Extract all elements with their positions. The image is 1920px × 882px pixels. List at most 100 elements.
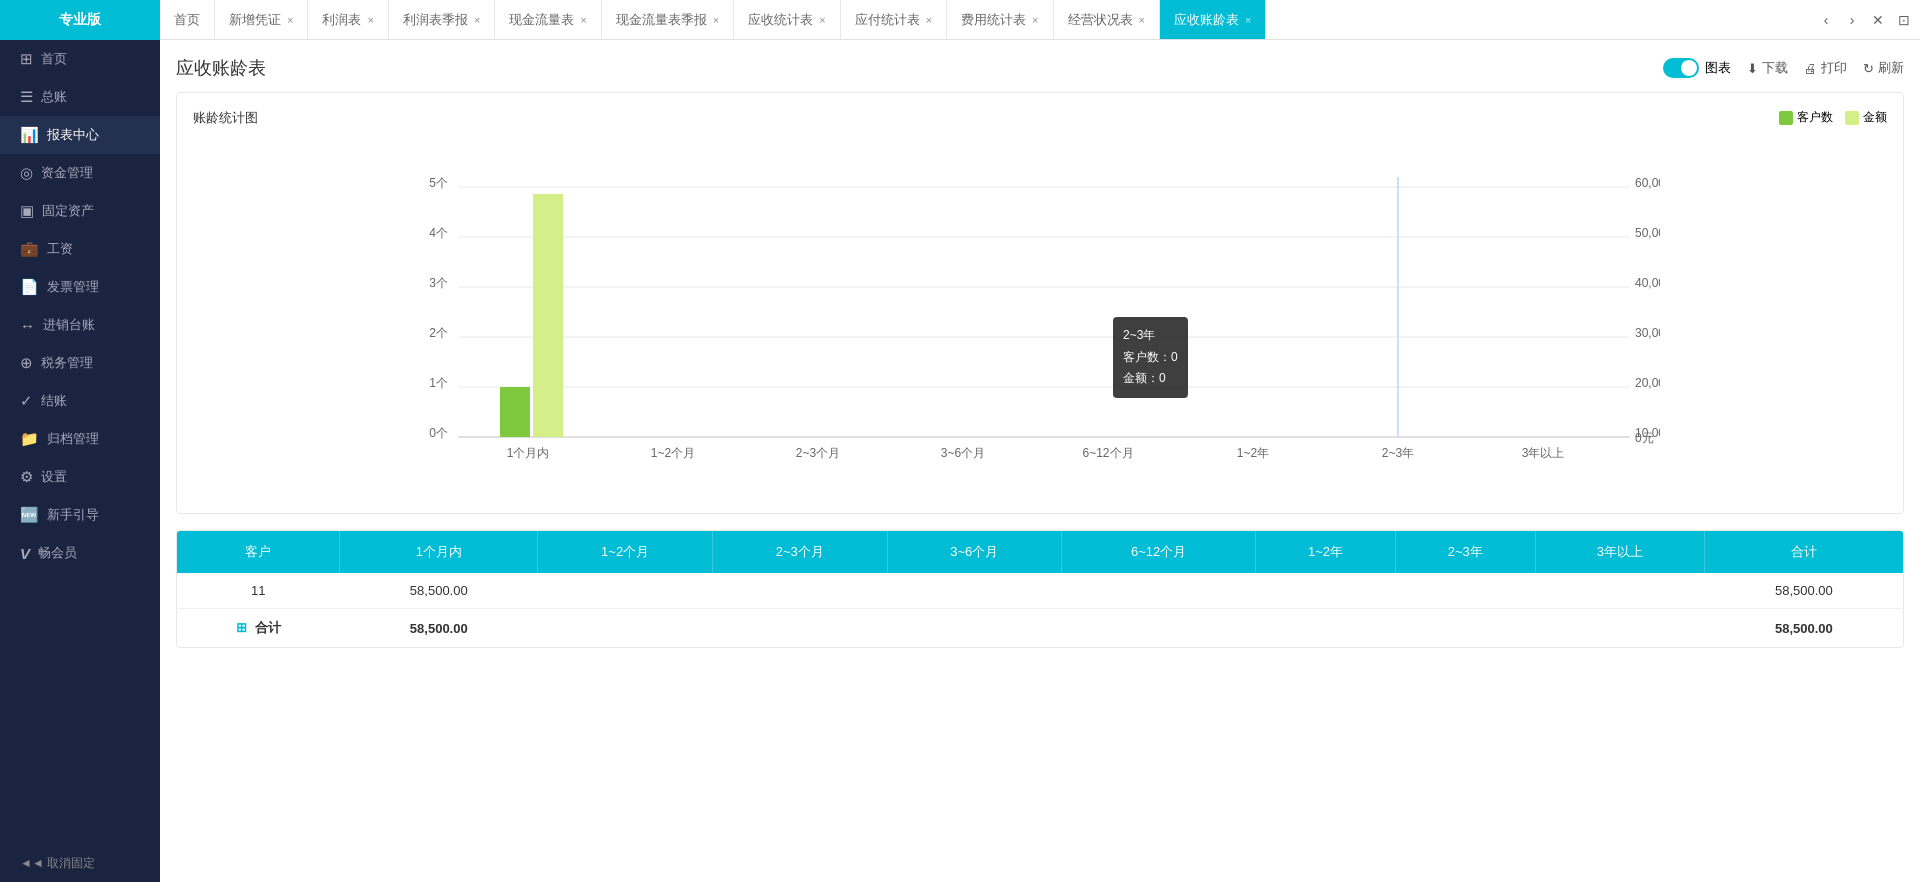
tab-ar-stat[interactable]: 应收统计表 × bbox=[734, 0, 840, 39]
cell-y2-3 bbox=[1395, 573, 1535, 609]
cell-m1: 58,500.00 bbox=[340, 573, 538, 609]
col-y1-2: 1~2年 bbox=[1256, 531, 1396, 573]
close-tab-ar-stat[interactable]: × bbox=[819, 14, 825, 26]
svg-text:50,000.00元: 50,000.00元 bbox=[1635, 226, 1660, 240]
close-tab-profit[interactable]: × bbox=[367, 14, 373, 26]
sidebar-label-ledger: 总账 bbox=[41, 88, 67, 106]
close-tab-cashflow-q[interactable]: × bbox=[713, 14, 719, 26]
sidebar-item-guide[interactable]: 🆕 新手引导 bbox=[0, 496, 160, 534]
sidebar-pin-toggle[interactable]: ◄◄ 取消固定 bbox=[0, 845, 160, 882]
table-row: 11 58,500.00 58,500.00 bbox=[177, 573, 1903, 609]
download-button[interactable]: ⬇ 下载 bbox=[1747, 59, 1788, 77]
sidebar-item-settings[interactable]: ⚙ 设置 bbox=[0, 458, 160, 496]
close-tab-biz-status[interactable]: × bbox=[1139, 14, 1145, 26]
sidebar: 专业版 ⊞ 首页 ☰ 总账 📊 报表中心 ◎ 资金管理 ▣ 固定资产 💼 工资 … bbox=[0, 0, 160, 882]
sidebar-item-reports[interactable]: 📊 报表中心 bbox=[0, 116, 160, 154]
sidebar-item-ledger[interactable]: ☰ 总账 bbox=[0, 78, 160, 116]
sidebar-item-home[interactable]: ⊞ 首页 bbox=[0, 40, 160, 78]
invoices-icon: 📄 bbox=[20, 278, 39, 296]
tab-cashflow[interactable]: 现金流量表 × bbox=[495, 0, 601, 39]
tab-ap-stat[interactable]: 应付统计表 × bbox=[841, 0, 947, 39]
tab-profit-q[interactable]: 利润表季报 × bbox=[389, 0, 495, 39]
close-tab-voucher[interactable]: × bbox=[287, 14, 293, 26]
closing-icon: ✓ bbox=[20, 392, 33, 410]
svg-text:3个: 3个 bbox=[429, 276, 448, 290]
sidebar-label-funds: 资金管理 bbox=[41, 164, 93, 182]
close-tab-ap-stat[interactable]: × bbox=[926, 14, 932, 26]
tab-home[interactable]: 首页 bbox=[160, 0, 215, 39]
tab-ar-aging[interactable]: 应收账龄表 × bbox=[1160, 0, 1266, 39]
close-tab-profit-q[interactable]: × bbox=[474, 14, 480, 26]
sidebar-item-salary[interactable]: 💼 工资 bbox=[0, 230, 160, 268]
svg-text:2~3个月: 2~3个月 bbox=[796, 446, 840, 460]
tax-icon: ⊕ bbox=[20, 354, 33, 372]
sidebar-item-invoices[interactable]: 📄 发票管理 bbox=[0, 268, 160, 306]
tab-bar-inner: 首页 新增凭证 × 利润表 × 利润表季报 × 现金流量表 × 现金流量表季报 … bbox=[160, 0, 1810, 39]
col-y3plus: 3年以上 bbox=[1535, 531, 1705, 573]
svg-text:3~6个月: 3~6个月 bbox=[941, 446, 985, 460]
chart-toggle-area: 图表 bbox=[1663, 58, 1731, 78]
salary-icon: 💼 bbox=[20, 240, 39, 258]
cell-m1-2 bbox=[538, 573, 713, 609]
tab-cashflow-q[interactable]: 现金流量表季报 × bbox=[602, 0, 734, 39]
main-area: 首页 新增凭证 × 利润表 × 利润表季报 × 现金流量表 × 现金流量表季报 … bbox=[160, 0, 1920, 882]
table-section: 客户 1个月内 1~2个月 2~3个月 3~6个月 6~12个月 1~2年 2~… bbox=[176, 530, 1904, 648]
col-m3-6: 3~6个月 bbox=[887, 531, 1062, 573]
close-tab-expense[interactable]: × bbox=[1032, 14, 1038, 26]
sales-icon: ↔ bbox=[20, 317, 35, 334]
svg-text:6~12个月: 6~12个月 bbox=[1082, 446, 1133, 460]
sidebar-item-tax[interactable]: ⊕ 税务管理 bbox=[0, 344, 160, 382]
svg-text:60,000.00元: 60,000.00元 bbox=[1635, 176, 1660, 190]
legend-customer-dot bbox=[1779, 111, 1793, 125]
sidebar-item-sales[interactable]: ↔ 进销台账 bbox=[0, 306, 160, 344]
tab-close-all-button[interactable]: ✕ bbox=[1866, 8, 1890, 32]
page-title: 应收账龄表 bbox=[176, 56, 266, 80]
cell-total-m1-2 bbox=[538, 609, 713, 648]
tab-bar: 首页 新增凭证 × 利润表 × 利润表季报 × 现金流量表 × 现金流量表季报 … bbox=[160, 0, 1920, 40]
col-y2-3: 2~3年 bbox=[1395, 531, 1535, 573]
tab-prev-button[interactable]: ‹ bbox=[1814, 8, 1838, 32]
ledger-icon: ☰ bbox=[20, 88, 33, 106]
tab-biz-status[interactable]: 经营状况表 × bbox=[1054, 0, 1160, 39]
sidebar-label-sales: 进销台账 bbox=[43, 316, 95, 334]
page-content: 应收账龄表 图表 ⬇ 下载 🖨 打印 ↻ bbox=[160, 40, 1920, 882]
refresh-icon: ↻ bbox=[1863, 61, 1874, 76]
tab-expense[interactable]: 费用统计表 × bbox=[947, 0, 1053, 39]
tab-voucher[interactable]: 新增凭证 × bbox=[215, 0, 308, 39]
tab-next-button[interactable]: › bbox=[1840, 8, 1864, 32]
tab-profit[interactable]: 利润表 × bbox=[308, 0, 388, 39]
tab-expand-button[interactable]: ⊡ bbox=[1892, 8, 1916, 32]
chart-legend: 客户数 金额 bbox=[1779, 109, 1887, 126]
cell-total-y1-2 bbox=[1256, 609, 1396, 648]
svg-text:1个月内: 1个月内 bbox=[507, 446, 550, 460]
sidebar-item-archive[interactable]: 📁 归档管理 bbox=[0, 420, 160, 458]
data-table: 客户 1个月内 1~2个月 2~3个月 3~6个月 6~12个月 1~2年 2~… bbox=[177, 531, 1903, 647]
svg-text:0个: 0个 bbox=[429, 426, 448, 440]
col-m2-3: 2~3个月 bbox=[712, 531, 887, 573]
cell-total-y3plus bbox=[1535, 609, 1705, 648]
svg-text:1个: 1个 bbox=[429, 376, 448, 390]
close-tab-ar-aging[interactable]: × bbox=[1245, 14, 1251, 26]
page-area: 应收账龄表 图表 ⬇ 下载 🖨 打印 ↻ bbox=[160, 40, 1920, 882]
sidebar-item-funds[interactable]: ◎ 资金管理 bbox=[0, 154, 160, 192]
cell-customer: 11 bbox=[177, 573, 340, 609]
legend-amount-label: 金额 bbox=[1863, 109, 1887, 126]
settings-icon: ⚙ bbox=[20, 468, 33, 486]
col-total: 合计 bbox=[1705, 531, 1903, 573]
close-tab-cashflow[interactable]: × bbox=[580, 14, 586, 26]
svg-text:0元: 0元 bbox=[1635, 431, 1654, 445]
sidebar-item-assets[interactable]: ▣ 固定资产 bbox=[0, 192, 160, 230]
sidebar-item-closing[interactable]: ✓ 结账 bbox=[0, 382, 160, 420]
sidebar-label-reports: 报表中心 bbox=[47, 126, 99, 144]
svg-text:3年以上: 3年以上 bbox=[1522, 446, 1565, 460]
cell-total-label: ⊞ 合计 bbox=[177, 609, 340, 648]
sidebar-item-vip[interactable]: V 畅会员 bbox=[0, 534, 160, 572]
cell-y3plus bbox=[1535, 573, 1705, 609]
sidebar-label-closing: 结账 bbox=[41, 392, 67, 410]
total-icon: ⊞ bbox=[236, 620, 247, 635]
chart-toggle[interactable] bbox=[1663, 58, 1699, 78]
page-actions: 图表 ⬇ 下载 🖨 打印 ↻ 刷新 bbox=[1663, 58, 1904, 78]
print-button[interactable]: 🖨 打印 bbox=[1804, 59, 1847, 77]
svg-text:1~2年: 1~2年 bbox=[1237, 446, 1269, 460]
refresh-button[interactable]: ↻ 刷新 bbox=[1863, 59, 1904, 77]
